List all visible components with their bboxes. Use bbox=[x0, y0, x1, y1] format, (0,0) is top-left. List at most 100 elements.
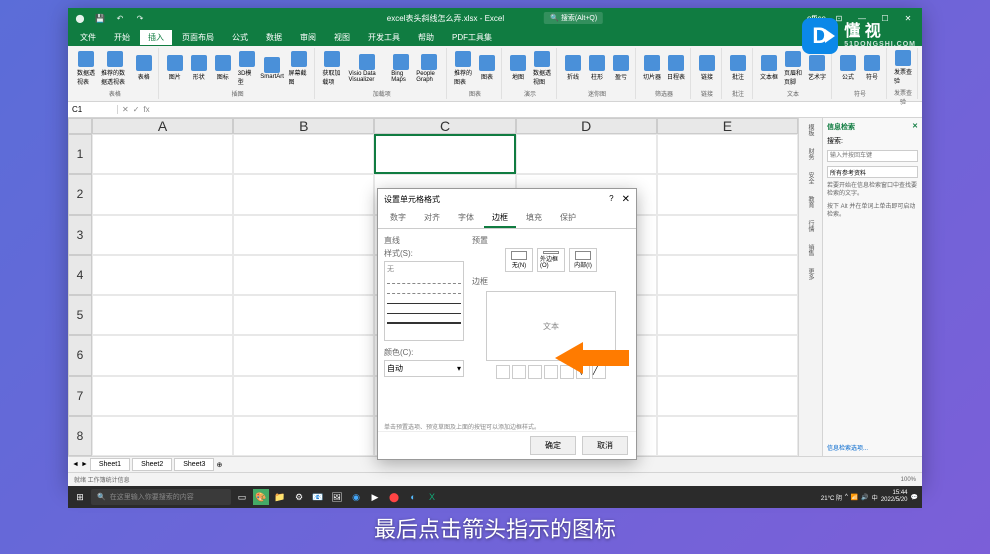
row-header-1[interactable]: 1 bbox=[68, 134, 92, 174]
dlg-tab-数字[interactable]: 数字 bbox=[382, 209, 414, 228]
style-medium[interactable] bbox=[387, 306, 461, 314]
info-pane-close-icon[interactable]: ✕ bbox=[912, 122, 918, 132]
ribbon-Visio Data Visualizer[interactable]: Visio Data Visualizer bbox=[347, 52, 388, 85]
weather-widget[interactable]: 21°C 阴 bbox=[821, 493, 842, 502]
ribbon-3D模型[interactable]: 3D模型 bbox=[236, 49, 258, 88]
cell-B5[interactable] bbox=[233, 295, 374, 335]
sidebar-更多[interactable]: 更多 bbox=[804, 266, 817, 282]
ribbon-柱形[interactable]: 柱形 bbox=[586, 53, 608, 83]
sidebar-行情[interactable]: 行情 bbox=[804, 218, 817, 234]
ribbon-地图[interactable]: 地图 bbox=[507, 53, 529, 83]
fx-icon[interactable]: fx bbox=[143, 105, 149, 114]
app-icon-6[interactable]: ▶ bbox=[367, 489, 383, 505]
volume-icon[interactable]: 🔊 bbox=[861, 494, 868, 501]
app-icon-1[interactable]: 🎨 bbox=[253, 489, 269, 505]
ribbon-批注[interactable]: 批注 bbox=[727, 53, 749, 83]
cell-E1[interactable] bbox=[657, 134, 798, 174]
ribbon-形状[interactable]: 形状 bbox=[188, 53, 210, 83]
ribbon-文本框[interactable]: 文本框 bbox=[758, 53, 780, 83]
preset-无(N)[interactable]: 无(N) bbox=[505, 248, 533, 272]
select-all-corner[interactable] bbox=[68, 118, 92, 134]
menu-文件[interactable]: 文件 bbox=[72, 30, 104, 45]
style-none[interactable]: 无 bbox=[387, 264, 461, 274]
sidebar-安全[interactable]: 安全 bbox=[804, 170, 817, 186]
border-btn-3[interactable] bbox=[528, 365, 542, 379]
ribbon-Bing Maps[interactable]: Bing Maps bbox=[389, 52, 412, 85]
col-header-E[interactable]: E bbox=[657, 118, 798, 134]
app-icon-3[interactable]: ⚙ bbox=[291, 489, 307, 505]
row-header-8[interactable]: 8 bbox=[68, 416, 92, 456]
style-dotted[interactable] bbox=[387, 286, 461, 294]
ribbon-获取加载项[interactable]: 获取加载项 bbox=[320, 49, 344, 88]
sheet-nav-prev-icon[interactable]: ◄ bbox=[72, 461, 79, 468]
sheet-tab-Sheet3[interactable]: Sheet3 bbox=[174, 458, 214, 471]
name-box[interactable]: C1 bbox=[68, 105, 118, 114]
menu-公式[interactable]: 公式 bbox=[224, 30, 256, 45]
row-header-3[interactable]: 3 bbox=[68, 215, 92, 255]
cancel-button[interactable]: 取消 bbox=[582, 436, 628, 455]
sidebar-销售[interactable]: 销售 bbox=[804, 242, 817, 258]
cell-C1[interactable] bbox=[374, 134, 517, 174]
app-icon-7[interactable]: ◐ bbox=[405, 489, 421, 505]
cell-E8[interactable] bbox=[657, 416, 798, 456]
save-icon[interactable]: 💾 bbox=[92, 10, 108, 26]
info-source-select[interactable] bbox=[827, 166, 918, 178]
cell-B3[interactable] bbox=[233, 215, 374, 255]
menu-开发工具[interactable]: 开发工具 bbox=[360, 30, 408, 45]
cell-A8[interactable] bbox=[92, 416, 233, 456]
autosave-toggle[interactable]: ⬤ bbox=[72, 10, 88, 26]
menu-视图[interactable]: 视图 bbox=[326, 30, 358, 45]
line-style-list[interactable]: 无 bbox=[384, 261, 464, 341]
cell-A6[interactable] bbox=[92, 335, 233, 375]
ribbon-盈亏[interactable]: 盈亏 bbox=[610, 53, 632, 83]
cell-E3[interactable] bbox=[657, 215, 798, 255]
row-header-7[interactable]: 7 bbox=[68, 376, 92, 416]
ribbon-SmartArt[interactable]: SmartArt bbox=[260, 55, 285, 82]
cell-A2[interactable] bbox=[92, 174, 233, 214]
ribbon-数据透视图[interactable]: 数据透视图 bbox=[531, 49, 553, 88]
start-icon[interactable]: ⊞ bbox=[72, 489, 88, 505]
task-view-icon[interactable]: ▭ bbox=[234, 489, 250, 505]
dlg-tab-保护[interactable]: 保护 bbox=[552, 209, 584, 228]
clock[interactable]: 15:442022/5/20 bbox=[881, 490, 908, 504]
cell-A3[interactable] bbox=[92, 215, 233, 255]
menu-页面布局[interactable]: 页面布局 bbox=[174, 30, 222, 45]
cancel-formula-icon[interactable]: ✕ bbox=[122, 105, 129, 114]
style-dashed[interactable] bbox=[387, 276, 461, 284]
cell-B2[interactable] bbox=[233, 174, 374, 214]
cell-D1[interactable] bbox=[516, 134, 657, 174]
border-btn-1[interactable] bbox=[496, 365, 510, 379]
ribbon-推荐的数据透视表[interactable]: 推荐的数据透视表 bbox=[99, 49, 131, 88]
add-sheet-icon[interactable]: ⊕ bbox=[216, 461, 222, 469]
sidebar-教育[interactable]: 教育 bbox=[804, 194, 817, 210]
zoom-level[interactable]: 100% bbox=[901, 477, 916, 483]
app-icon-5[interactable]: 🖼 bbox=[329, 489, 345, 505]
col-header-D[interactable]: D bbox=[516, 118, 657, 134]
cell-E7[interactable] bbox=[657, 376, 798, 416]
info-options-link[interactable]: 信息检索选项... bbox=[827, 443, 918, 452]
preset-内部(I)[interactable]: 内部(I) bbox=[569, 248, 597, 272]
preset-外边框(O)[interactable]: 外边框(O) bbox=[537, 248, 565, 272]
cell-A5[interactable] bbox=[92, 295, 233, 335]
row-header-5[interactable]: 5 bbox=[68, 295, 92, 335]
col-header-C[interactable]: C bbox=[374, 118, 515, 134]
app-icon-4[interactable]: 📧 bbox=[310, 489, 326, 505]
cell-A1[interactable] bbox=[92, 134, 233, 174]
ribbon-图片[interactable]: 图片 bbox=[164, 53, 186, 83]
border-btn-2[interactable] bbox=[512, 365, 526, 379]
style-thick[interactable] bbox=[387, 316, 461, 324]
cell-E2[interactable] bbox=[657, 174, 798, 214]
edge-icon[interactable]: ◉ bbox=[348, 489, 364, 505]
record-icon[interactable]: ⬤ bbox=[386, 489, 402, 505]
ime-icon[interactable]: 中 bbox=[872, 493, 878, 502]
cell-E5[interactable] bbox=[657, 295, 798, 335]
ribbon-链接[interactable]: 链接 bbox=[696, 53, 718, 83]
row-header-2[interactable]: 2 bbox=[68, 174, 92, 214]
cell-B8[interactable] bbox=[233, 416, 374, 456]
menu-帮助[interactable]: 帮助 bbox=[410, 30, 442, 45]
dlg-tab-对齐[interactable]: 对齐 bbox=[416, 209, 448, 228]
sidebar-财务[interactable]: 财务 bbox=[804, 146, 817, 162]
excel-taskbar-icon[interactable]: X bbox=[424, 489, 440, 505]
tray-chevron-icon[interactable]: ^ bbox=[845, 494, 848, 500]
cell-B4[interactable] bbox=[233, 255, 374, 295]
